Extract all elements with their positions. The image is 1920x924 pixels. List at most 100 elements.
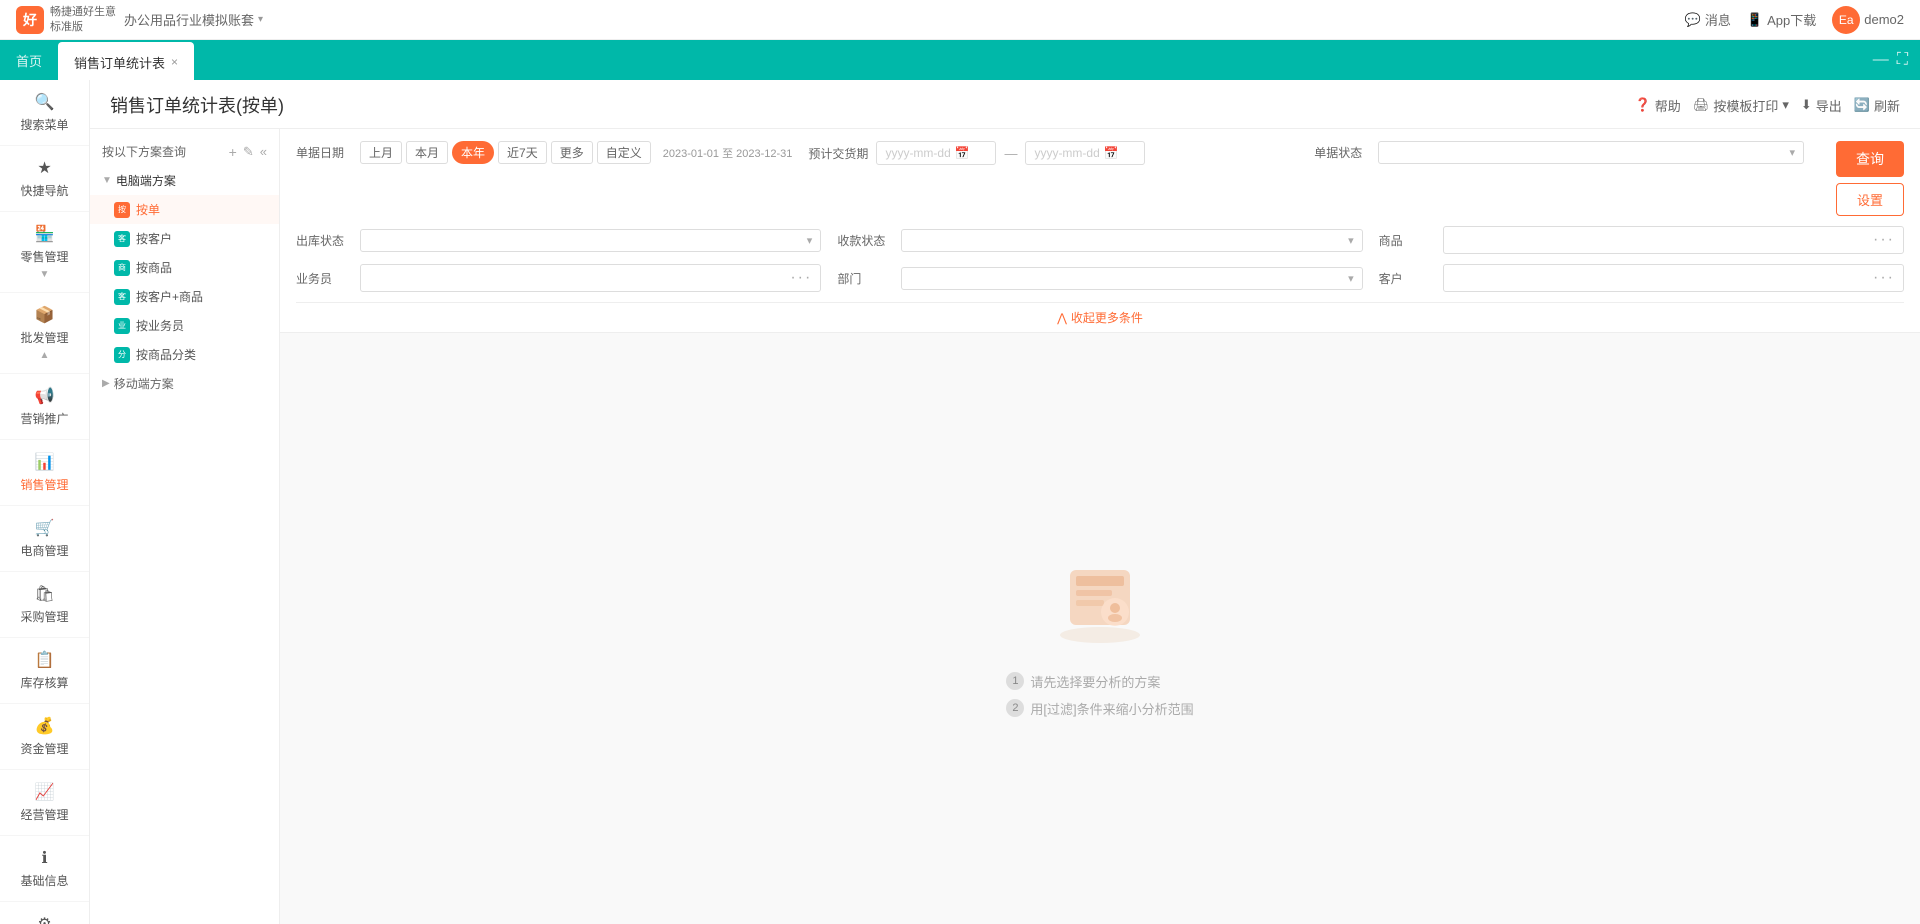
date-start-placeholder: yyyy-mm-dd: [885, 146, 950, 160]
basic-info-icon: ℹ: [41, 848, 47, 868]
print-button[interactable]: 🖨 按模板打印 ▾: [1693, 96, 1789, 115]
scheme-by-category-icon: 分: [114, 347, 130, 363]
window-maximize-icon[interactable]: ⛶: [1897, 51, 1908, 69]
finance-icon: 💰: [35, 716, 55, 736]
tab-close-icon[interactable]: ×: [171, 55, 178, 69]
calendar-start-icon[interactable]: 📅: [955, 146, 970, 160]
out-status-arrow-icon: ▾: [807, 234, 813, 247]
purchase-icon: 🛍: [34, 584, 54, 604]
sidebar-item-finance[interactable]: 💰 资金管理: [0, 704, 89, 770]
mobile-scheme-toggle[interactable]: ▶ 移动端方案: [90, 369, 279, 398]
empty-svg: [1040, 540, 1160, 660]
status-select-arrow-icon: ▾: [1789, 146, 1795, 159]
department-group: 部门 ▾: [837, 267, 1362, 290]
page-title: 销售订单统计表(按单): [110, 92, 284, 118]
sidebar-item-retail[interactable]: 🏪 零售管理 ▼: [0, 212, 89, 293]
scheme-by-category[interactable]: 分 按商品分类: [90, 340, 279, 369]
customer-group: 客户 ···: [1379, 264, 1904, 292]
export-button[interactable]: ⬇ 导出: [1801, 96, 1842, 115]
scheme-by-salesperson[interactable]: 业 按业务员: [90, 311, 279, 340]
salesperson-label: 业务员: [296, 270, 352, 287]
message-button[interactable]: 💬 消息: [1685, 10, 1731, 29]
main-layout: 🔍 搜索菜单 ★ 快捷导航 🏪 零售管理 ▼ 📦 批发管理 ▲ 📢 营销推广 📊…: [0, 80, 1920, 924]
sidebar-item-system[interactable]: ⚙ 系统管理: [0, 902, 89, 924]
date-filter-group: 单据日期 上月 本月 本年 近7天 更多 自定义 2023-01-01 至 20…: [296, 141, 792, 164]
btn-this-month[interactable]: 本月: [406, 141, 448, 164]
scheme-by-order[interactable]: 按 按单: [90, 195, 279, 224]
app-download-button[interactable]: 📱 App下载: [1747, 10, 1816, 29]
department-label: 部门: [837, 270, 893, 287]
expected-date-end-input[interactable]: yyyy-mm-dd 📅: [1025, 141, 1145, 165]
sidebar-item-wholesale[interactable]: 📦 批发管理 ▲: [0, 293, 89, 374]
scheme-by-goods[interactable]: 商 按商品: [90, 253, 279, 282]
empty-hints: 1 请先选择要分析的方案 2 用[过滤]条件来缩小分析范围: [1006, 672, 1193, 718]
sidebar-item-search[interactable]: 🔍 搜索菜单: [0, 80, 89, 146]
customer-input[interactable]: ···: [1443, 264, 1904, 292]
sidebar-item-operations[interactable]: 📈 经营管理: [0, 770, 89, 836]
status-select[interactable]: ▾: [1378, 141, 1804, 164]
receipt-status-arrow-icon: ▾: [1348, 234, 1354, 247]
sidebar-item-inventory[interactable]: 📋 库存核算: [0, 638, 89, 704]
sidebar-item-sales[interactable]: 📊 销售管理: [0, 440, 89, 506]
tab-home[interactable]: 首页: [0, 40, 58, 80]
hint-num-1: 1: [1006, 672, 1024, 690]
sidebar-item-purchase[interactable]: 🛍 采购管理: [0, 572, 89, 638]
content-wrapper: 按以下方案查询 + ✎ « ▼ 电脑端方案 按 按单 客: [90, 129, 1920, 924]
secondary-panel-icons: + ✎ «: [229, 144, 267, 160]
btn-last7days[interactable]: 近7天: [498, 141, 547, 164]
scheme-by-customer-goods[interactable]: 客 按客户+商品: [90, 282, 279, 311]
goods-group: 商品 ···: [1379, 226, 1904, 254]
logo-text: 畅捷通好生意 标准版: [50, 5, 116, 34]
filter-row-2: 出库状态 ▾ 收款状态 ▾: [296, 226, 1904, 254]
help-button[interactable]: ❓ 帮助: [1635, 96, 1681, 115]
receipt-status-group: 收款状态 ▾: [837, 229, 1362, 252]
scheme-by-customer[interactable]: 客 按客户: [90, 224, 279, 253]
btn-custom[interactable]: 自定义: [597, 141, 651, 164]
message-icon: 💬: [1685, 12, 1701, 28]
collapse-panel-icon[interactable]: «: [260, 144, 267, 160]
goods-input[interactable]: ···: [1443, 226, 1904, 254]
empty-illustration: [1040, 540, 1160, 660]
ecommerce-icon: 🛒: [35, 518, 55, 538]
scheme-by-order-icon: 按: [114, 202, 130, 218]
top-bar-left: 好 畅捷通好生意 标准版 办公用品行业模拟账套 ▾: [16, 5, 263, 34]
retail-icon: 🏪: [35, 224, 55, 244]
secondary-panel-header: 按以下方案查询 + ✎ «: [90, 137, 279, 166]
export-icon: ⬇: [1801, 97, 1812, 113]
user-avatar-area[interactable]: Ea demo2: [1832, 6, 1904, 34]
refresh-button[interactable]: 🔄 刷新: [1854, 96, 1900, 115]
receipt-status-select[interactable]: ▾: [901, 229, 1362, 252]
scheme-by-goods-icon: 商: [114, 260, 130, 276]
sidebar-item-ecommerce[interactable]: 🛒 电商管理: [0, 506, 89, 572]
department-select[interactable]: ▾: [901, 267, 1362, 290]
tab-sales-order-stats[interactable]: 销售订单统计表 ×: [58, 42, 194, 82]
sidebar-item-marketing[interactable]: 📢 营销推广: [0, 374, 89, 440]
collapse-more-conditions[interactable]: ⋀ 收起更多条件: [296, 302, 1904, 332]
scheme-by-customer-goods-icon: 客: [114, 289, 130, 305]
btn-last-month[interactable]: 上月: [360, 141, 402, 164]
filter-row-1: 单据日期 上月 本月 本年 近7天 更多 自定义 2023-01-01 至 20…: [296, 141, 1904, 216]
marketing-icon: 📢: [35, 386, 55, 406]
date-end-placeholder: yyyy-mm-dd: [1034, 146, 1099, 160]
calendar-end-icon[interactable]: 📅: [1104, 146, 1119, 160]
edit-scheme-icon[interactable]: ✎: [243, 144, 254, 160]
help-icon: ❓: [1635, 97, 1651, 113]
query-button[interactable]: 查询: [1836, 141, 1904, 177]
out-status-select[interactable]: ▾: [360, 229, 821, 252]
breadcrumb[interactable]: 办公用品行业模拟账套 ▾: [124, 10, 263, 29]
window-minimize-icon[interactable]: —: [1873, 51, 1889, 69]
add-scheme-icon[interactable]: +: [229, 144, 237, 160]
operations-icon: 📈: [35, 782, 55, 802]
triangle-icon: ▼: [102, 175, 112, 186]
content-area: 销售订单统计表(按单) ❓ 帮助 🖨 按模板打印 ▾ ⬇ 导出: [90, 80, 1920, 924]
salesperson-input[interactable]: ···: [360, 264, 821, 292]
wholesale-icon: 📦: [35, 305, 55, 325]
btn-more[interactable]: 更多: [551, 141, 593, 164]
tab-bar: 首页 销售订单统计表 × — ⛶: [0, 40, 1920, 80]
expected-date-start-input[interactable]: yyyy-mm-dd 📅: [876, 141, 996, 165]
btn-this-year[interactable]: 本年: [452, 141, 494, 164]
sidebar-item-quicknav[interactable]: ★ 快捷导航: [0, 146, 89, 212]
settings-button[interactable]: 设置: [1836, 183, 1904, 216]
date-btn-group: 上月 本月 本年 近7天 更多 自定义: [360, 141, 651, 164]
sidebar-item-basic-info[interactable]: ℹ 基础信息: [0, 836, 89, 902]
